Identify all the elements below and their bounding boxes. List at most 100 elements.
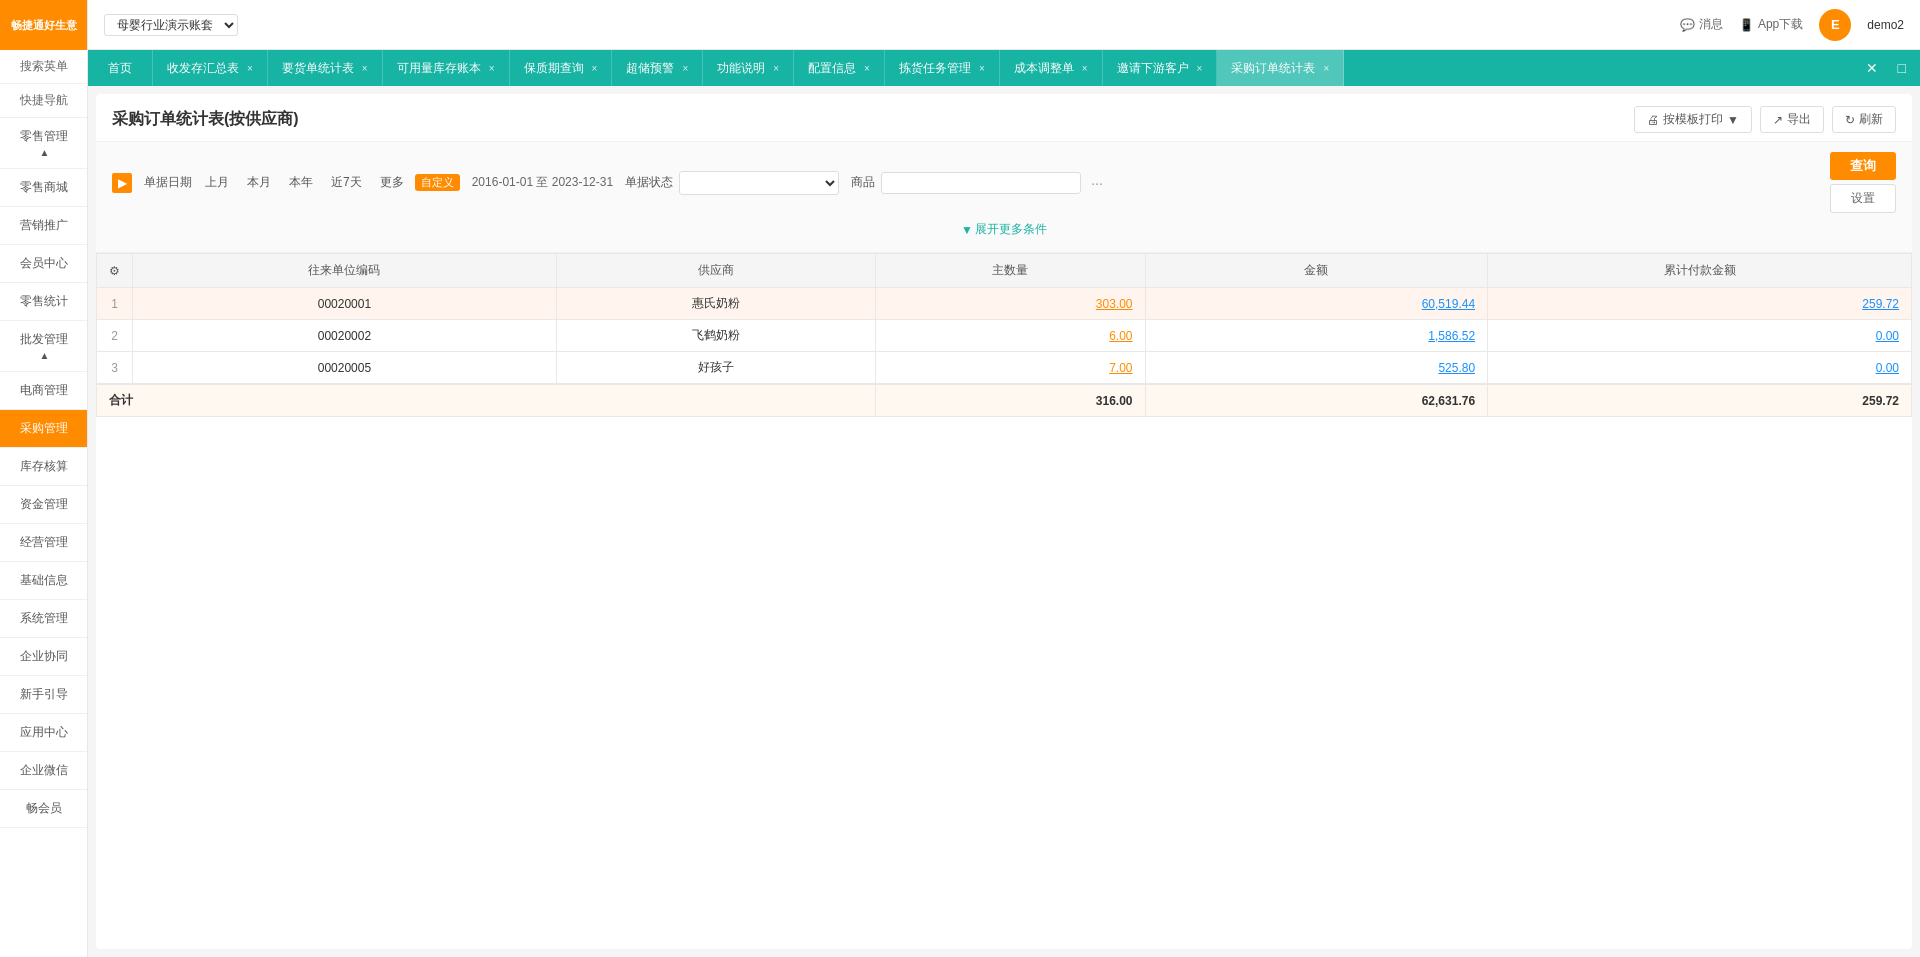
sidebar-item-basic[interactable]: 基础信息 bbox=[0, 562, 87, 600]
shortcut-7days[interactable]: 近7天 bbox=[324, 172, 369, 193]
sidebar-item-wholesale[interactable]: 批发管理 ▲ bbox=[0, 321, 87, 372]
nav-tab-stock-ledger[interactable]: 可用量库存账本× bbox=[383, 50, 510, 86]
row-paid[interactable]: 0.00 bbox=[1488, 320, 1912, 352]
row-amount[interactable]: 60,519.44 bbox=[1145, 288, 1488, 320]
close-tab-icon[interactable]: × bbox=[979, 63, 985, 74]
close-tab-icon[interactable]: × bbox=[247, 63, 253, 74]
sidebar-search-btn[interactable]: 搜索英单 bbox=[0, 50, 87, 84]
page-actions: 🖨 按模板打印 ▼ ↗ 导出 ↻ 刷新 bbox=[1634, 106, 1896, 133]
col-settings[interactable]: ⚙ bbox=[97, 254, 133, 288]
sidebar-item-system[interactable]: 系统管理 bbox=[0, 600, 87, 638]
close-tab-icon[interactable]: × bbox=[362, 63, 368, 74]
export-btn[interactable]: ↗ 导出 bbox=[1760, 106, 1824, 133]
nav-tab-cost-adjust[interactable]: 成本调整单× bbox=[1000, 50, 1103, 86]
filter-toggle-btn[interactable]: ▶ bbox=[112, 173, 132, 193]
custom-date-badge[interactable]: 自定义 bbox=[415, 174, 460, 191]
refresh-btn[interactable]: ↻ 刷新 bbox=[1832, 106, 1896, 133]
sidebar-item-retail-mgmt[interactable]: 零售管理 ▲ bbox=[0, 118, 87, 169]
shortcut-last-month[interactable]: 上月 bbox=[198, 172, 236, 193]
sidebar-item-retail-mall[interactable]: 零售商城 bbox=[0, 169, 87, 207]
row-qty[interactable]: 303.00 bbox=[875, 288, 1145, 320]
row-code: 00020002 bbox=[133, 320, 557, 352]
expand-more-btn[interactable]: ▼ 展开更多条件 bbox=[112, 217, 1896, 242]
sidebar-item-capital[interactable]: 资金管理 bbox=[0, 486, 87, 524]
row-amount[interactable]: 525.80 bbox=[1145, 352, 1488, 385]
content-area: 采购订单统计表(按供应商) 🖨 按模板打印 ▼ ↗ 导出 ↻ 刷新 bbox=[96, 94, 1912, 949]
nav-tab-invite-downstream[interactable]: 邀请下游客户× bbox=[1103, 50, 1218, 86]
shortcut-this-month[interactable]: 本月 bbox=[240, 172, 278, 193]
main-area: 母婴行业演示账套 💬 消息 📱 App下载 E demo2 首页收发存汇总表×要… bbox=[88, 0, 1920, 957]
nav-tabs-end: ✕ □ bbox=[1860, 58, 1920, 78]
close-tab-icon[interactable]: × bbox=[1323, 63, 1329, 74]
account-selector[interactable]: 母婴行业演示账套 bbox=[104, 14, 238, 36]
nav-tab-config-info[interactable]: 配置信息× bbox=[794, 50, 885, 86]
settings-btn[interactable]: 设置 bbox=[1830, 184, 1896, 213]
sidebar-item-member[interactable]: 会员中心 bbox=[0, 245, 87, 283]
sidebar-item-stock[interactable]: 库存核算 bbox=[0, 448, 87, 486]
sidebar-item-marketing[interactable]: 营销推广 bbox=[0, 207, 87, 245]
message-btn[interactable]: 💬 消息 bbox=[1680, 16, 1723, 33]
status-select[interactable] bbox=[679, 171, 839, 195]
row-paid[interactable]: 0.00 bbox=[1488, 352, 1912, 385]
sidebar-item-app-center[interactable]: 应用中心 bbox=[0, 714, 87, 752]
sidebar-item-enterprise[interactable]: 企业协同 bbox=[0, 638, 87, 676]
row-paid[interactable]: 259.72 bbox=[1488, 288, 1912, 320]
shortcut-more[interactable]: 更多 bbox=[373, 172, 411, 193]
username-label[interactable]: demo2 bbox=[1867, 18, 1904, 32]
topbar-left: 母婴行业演示账套 bbox=[104, 14, 238, 36]
maximize-tab-btn[interactable]: □ bbox=[1892, 58, 1912, 78]
close-tab-icon[interactable]: × bbox=[1197, 63, 1203, 74]
refresh-icon: ↻ bbox=[1845, 113, 1855, 127]
sidebar-item-retail-stats[interactable]: 零售统计 bbox=[0, 283, 87, 321]
date-filter: 单据日期 上月 本月 本年 近7天 更多 自定义 bbox=[144, 172, 460, 193]
table-row[interactable]: 1 00020001 惠氏奶粉 303.00 60,519.44 259.72 bbox=[97, 288, 1912, 320]
sidebar-item-ecom[interactable]: 电商管理 bbox=[0, 372, 87, 410]
app-download-btn[interactable]: 📱 App下载 bbox=[1739, 16, 1803, 33]
row-supplier: 飞鹤奶粉 bbox=[556, 320, 875, 352]
shortcut-this-year[interactable]: 本年 bbox=[282, 172, 320, 193]
close-tab-icon[interactable]: × bbox=[773, 63, 779, 74]
sidebar-nav: 零售管理 ▲零售商城营销推广会员中心零售统计批发管理 ▲电商管理采购管理库存核算… bbox=[0, 118, 87, 828]
print-btn[interactable]: 🖨 按模板打印 ▼ bbox=[1634, 106, 1752, 133]
query-btn[interactable]: 查询 bbox=[1830, 152, 1896, 180]
close-tab-btn[interactable]: ✕ bbox=[1860, 58, 1884, 78]
nav-tab-purchase-order-stats[interactable]: 采购订单统计表× bbox=[1217, 50, 1344, 86]
topbar: 母婴行业演示账套 💬 消息 📱 App下载 E demo2 bbox=[88, 0, 1920, 50]
nav-tab-home[interactable]: 首页 bbox=[88, 50, 153, 86]
table-row[interactable]: 2 00020002 飞鹤奶粉 6.00 1,586.52 0.00 bbox=[97, 320, 1912, 352]
expand-icon: ▼ bbox=[961, 223, 973, 237]
row-num: 1 bbox=[97, 288, 133, 320]
nav-tab-expiry-query[interactable]: 保质期查询× bbox=[510, 50, 613, 86]
close-tab-icon[interactable]: × bbox=[682, 63, 688, 74]
query-buttons: 查询 设置 bbox=[1830, 152, 1896, 213]
row-qty[interactable]: 6.00 bbox=[875, 320, 1145, 352]
nav-tab-receive-summary[interactable]: 收发存汇总表× bbox=[153, 50, 268, 86]
date-shortcuts: 上月 本月 本年 近7天 更多 自定义 bbox=[198, 172, 460, 193]
chevron-down-icon: ▲ bbox=[40, 350, 50, 361]
sidebar-quicknav-btn[interactable]: 快捷导航 bbox=[0, 84, 87, 118]
row-amount[interactable]: 1,586.52 bbox=[1145, 320, 1488, 352]
nav-tab-purchase-stats[interactable]: 要货单统计表× bbox=[268, 50, 383, 86]
sidebar-item-corp-wechat[interactable]: 企业微信 bbox=[0, 752, 87, 790]
goods-more-btn[interactable]: ··· bbox=[1087, 175, 1107, 191]
sidebar-item-newbie[interactable]: 新手引导 bbox=[0, 676, 87, 714]
nav-tab-overstock[interactable]: 超储预警× bbox=[612, 50, 703, 86]
goods-input[interactable] bbox=[881, 172, 1081, 194]
status-filter: 单据状态 bbox=[625, 171, 839, 195]
row-qty[interactable]: 7.00 bbox=[875, 352, 1145, 385]
nav-tab-func-desc[interactable]: 功能说明× bbox=[703, 50, 794, 86]
nav-tabs-bar: 首页收发存汇总表×要货单统计表×可用量库存账本×保质期查询×超储预警×功能说明×… bbox=[88, 50, 1920, 86]
nav-tab-pick-task[interactable]: 拣货任务管理× bbox=[885, 50, 1000, 86]
sidebar-item-purchase[interactable]: 采购管理 bbox=[0, 410, 87, 448]
avatar[interactable]: E bbox=[1819, 9, 1851, 41]
row-supplier: 好孩子 bbox=[556, 352, 875, 385]
close-tab-icon[interactable]: × bbox=[592, 63, 598, 74]
sidebar-item-member2[interactable]: 畅会员 bbox=[0, 790, 87, 828]
table-row[interactable]: 3 00020005 好孩子 7.00 525.80 0.00 bbox=[97, 352, 1912, 385]
print-dropdown-icon: ▼ bbox=[1727, 113, 1739, 127]
close-tab-icon[interactable]: × bbox=[864, 63, 870, 74]
sidebar-item-biz-mgmt[interactable]: 经营管理 bbox=[0, 524, 87, 562]
close-tab-icon[interactable]: × bbox=[1082, 63, 1088, 74]
message-icon: 💬 bbox=[1680, 18, 1695, 32]
close-tab-icon[interactable]: × bbox=[489, 63, 495, 74]
